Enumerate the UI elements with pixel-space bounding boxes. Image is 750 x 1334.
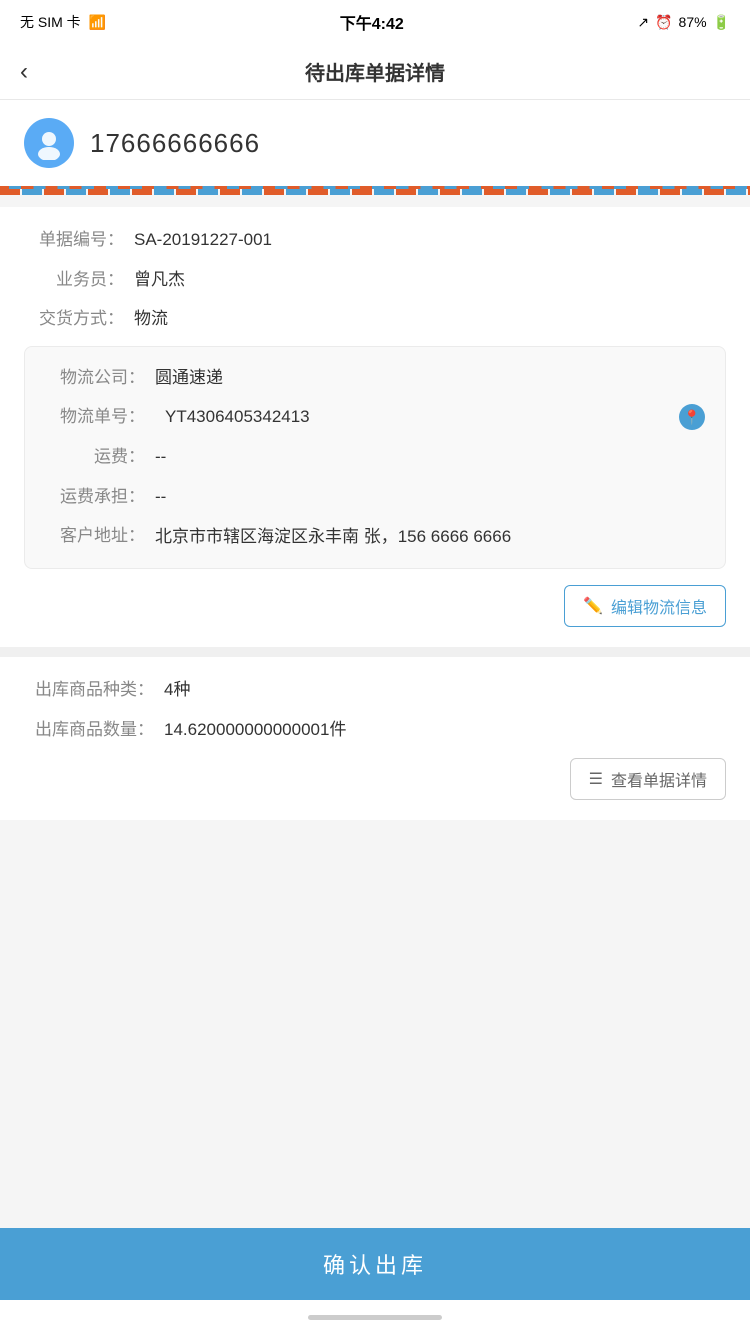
freight-bearer-label: 运费承担： — [45, 484, 145, 510]
address-value: 北京市市辖区海淀区永丰南 张，156 6666 6666 — [155, 523, 705, 550]
goods-types-label: 出库商品种类： — [24, 677, 154, 703]
edit-icon: ✏️ — [583, 596, 603, 616]
salesperson-row: 业务员： 曾凡杰 — [24, 267, 726, 293]
edit-logistics-button[interactable]: ✏️ 编辑物流信息 — [564, 585, 726, 627]
edit-logistics-btn-container: ✏️ 编辑物流信息 — [24, 585, 726, 627]
basic-info-section: 单据编号： SA-20191227-001 业务员： 曾凡杰 交货方式： 物流 … — [0, 207, 750, 647]
logistics-tracking-label: 物流单号： — [45, 404, 145, 430]
logistics-company-value: 圆通速递 — [155, 365, 705, 391]
status-bar: 无 SIM 卡 📶 下午4:42 ↗ ⏰ 87% 🔋 — [0, 0, 750, 44]
delivery-method-value: 物流 — [134, 306, 726, 332]
user-header: 17666666666 — [0, 100, 750, 189]
sim-status: 无 SIM 卡 — [20, 12, 81, 32]
goods-types-value: 4种 — [164, 677, 726, 703]
view-details-button[interactable]: ☰ 查看单据详情 — [570, 758, 726, 800]
battery-icon: 🔋 — [713, 14, 730, 31]
goods-section: 出库商品种类： 4种 出库商品数量： 14.620000000000001件 ☰… — [0, 657, 750, 820]
freight-row: 运费： -- — [45, 444, 705, 470]
back-button[interactable]: ‹ — [20, 58, 28, 86]
nav-bar: ‹ 待出库单据详情 — [0, 44, 750, 100]
freight-bearer-row: 运费承担： -- — [45, 484, 705, 510]
logistics-box: 物流公司： 圆通速递 物流单号： YT4306405342413 📍 运费： -… — [24, 346, 726, 570]
gray-separator — [0, 647, 750, 657]
bottom-area: 确认出库 — [0, 1228, 750, 1334]
logistics-tracking-row: 物流单号： YT4306405342413 📍 — [45, 404, 705, 430]
document-number-label: 单据编号： — [24, 227, 124, 253]
location-status-icon: ↗ — [637, 14, 649, 31]
freight-value: -- — [155, 444, 705, 470]
dashed-divider — [0, 189, 750, 195]
confirm-outbound-button[interactable]: 确认出库 — [0, 1228, 750, 1300]
logistics-company-label: 物流公司： — [45, 365, 145, 391]
delivery-method-label: 交货方式： — [24, 306, 124, 332]
avatar — [24, 118, 74, 168]
empty-area — [0, 820, 750, 1000]
goods-types-row: 出库商品种类： 4种 — [24, 677, 726, 703]
battery-level: 87% — [679, 14, 707, 30]
view-details-btn-container: ☰ 查看单据详情 — [24, 758, 726, 800]
document-number-value: SA-20191227-001 — [134, 227, 726, 253]
logistics-company-row: 物流公司： 圆通速递 — [45, 365, 705, 391]
freight-label: 运费： — [45, 444, 145, 470]
status-right: ↗ ⏰ 87% 🔋 — [637, 14, 730, 31]
page-title: 待出库单据详情 — [305, 57, 445, 86]
status-time: 下午4:42 — [340, 10, 404, 34]
edit-logistics-label: 编辑物流信息 — [611, 594, 707, 618]
address-row: 客户地址： 北京市市辖区海淀区永丰南 张，156 6666 6666 — [45, 523, 705, 550]
address-label: 客户地址： — [45, 523, 145, 549]
salesperson-label: 业务员： — [24, 267, 124, 293]
document-number-row: 单据编号： SA-20191227-001 — [24, 227, 726, 253]
user-phone: 17666666666 — [90, 128, 260, 159]
wifi-icon: 📶 — [89, 14, 106, 31]
status-left: 无 SIM 卡 📶 — [20, 12, 106, 32]
home-indicator — [0, 1300, 750, 1334]
list-icon: ☰ — [589, 769, 603, 789]
map-location-icon[interactable]: 📍 — [679, 404, 705, 430]
goods-quantity-label: 出库商品数量： — [24, 717, 154, 743]
delivery-method-row: 交货方式： 物流 — [24, 306, 726, 332]
home-bar — [308, 1315, 442, 1320]
freight-bearer-value: -- — [155, 484, 705, 510]
goods-quantity-value: 14.620000000000001件 — [164, 717, 726, 743]
logistics-tracking-value: YT4306405342413 — [165, 404, 669, 430]
goods-quantity-row: 出库商品数量： 14.620000000000001件 — [24, 717, 726, 743]
alarm-icon: ⏰ — [655, 14, 672, 31]
view-details-label: 查看单据详情 — [611, 767, 707, 791]
salesperson-value: 曾凡杰 — [134, 267, 726, 293]
